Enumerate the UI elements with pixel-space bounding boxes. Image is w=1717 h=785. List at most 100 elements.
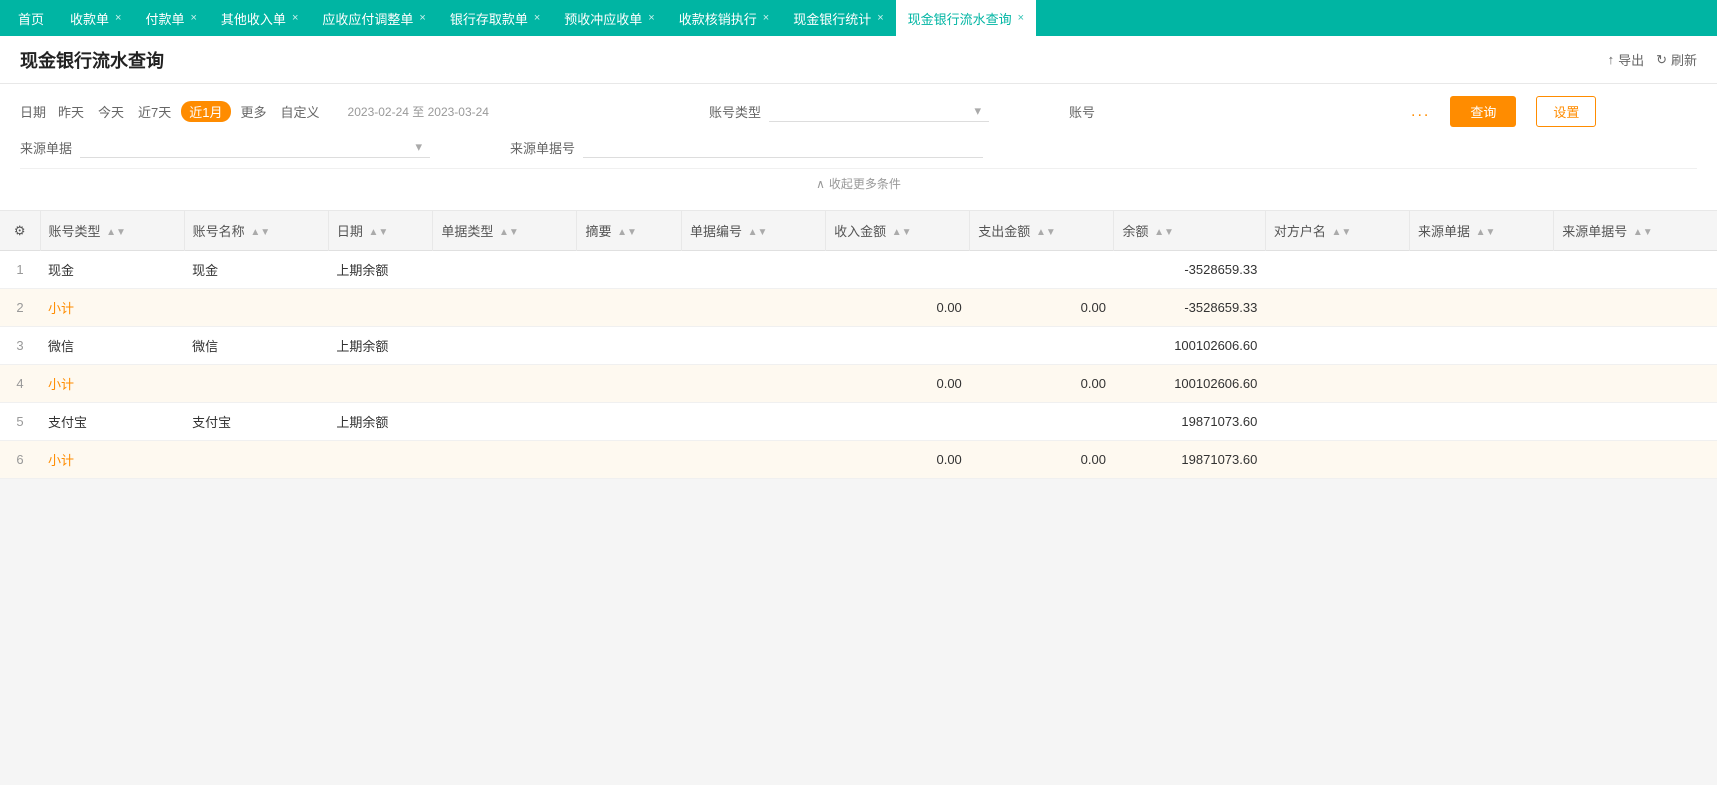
table-row[interactable]: 6小计0.000.0019871073.60 bbox=[0, 441, 1717, 479]
cell-doc_no bbox=[681, 365, 825, 403]
settings-button[interactable]: 设置 bbox=[1536, 96, 1596, 127]
close-icon[interactable]: × bbox=[648, 12, 654, 24]
account-type-label: 账号类型 bbox=[709, 102, 761, 121]
nav-tab-liushui[interactable]: 现金银行流水查询 × bbox=[896, 0, 1036, 36]
table-row[interactable]: 3微信微信上期余额100102606.60 bbox=[0, 327, 1717, 365]
gear-icon[interactable]: ⚙ bbox=[14, 223, 26, 238]
nav-tab-xianjinyinhang[interactable]: 现金银行统计 × bbox=[781, 0, 895, 36]
cell-doc_type bbox=[433, 327, 577, 365]
page-title: 现金银行流水查询 bbox=[20, 47, 164, 73]
col-counter-name[interactable]: 对方户名 ▲▼ bbox=[1265, 211, 1409, 251]
date-yesterday[interactable]: 昨天 bbox=[54, 101, 88, 122]
cell-income bbox=[826, 327, 970, 365]
refresh-icon: ↻ bbox=[1656, 52, 1667, 68]
close-icon[interactable]: × bbox=[292, 12, 298, 24]
col-doc-type[interactable]: 单据类型 ▲▼ bbox=[433, 211, 577, 251]
cell-counter_name bbox=[1265, 289, 1409, 327]
data-table: ⚙ 账号类型 ▲▼ 账号名称 ▲▼ 日期 ▲▼ 单据类型 ▲▼ bbox=[0, 211, 1717, 479]
nav-tab-yingshouyingfu[interactable]: 应收应付调整单 × bbox=[310, 0, 437, 36]
nav-home[interactable]: 首页 bbox=[4, 0, 58, 36]
account-type-select[interactable]: ▾ bbox=[769, 101, 989, 122]
close-icon[interactable]: × bbox=[877, 12, 883, 24]
row-number: 6 bbox=[0, 441, 40, 479]
col-income[interactable]: 收入金额 ▲▼ bbox=[826, 211, 970, 251]
col-expense[interactable]: 支出金额 ▲▼ bbox=[970, 211, 1114, 251]
col-source-doc-no[interactable]: 来源单据号 ▲▼ bbox=[1554, 211, 1717, 251]
cell-doc_type bbox=[433, 403, 577, 441]
row-number: 4 bbox=[0, 365, 40, 403]
table-row[interactable]: 2小计0.000.00-3528659.33 bbox=[0, 289, 1717, 327]
export-button[interactable]: ↑ 导出 bbox=[1608, 50, 1645, 69]
cell-doc_no bbox=[681, 327, 825, 365]
cell-source_doc_no bbox=[1554, 403, 1717, 441]
col-acct-name[interactable]: 账号名称 ▲▼ bbox=[184, 211, 328, 251]
account-label: 账号 bbox=[1069, 102, 1095, 121]
close-icon[interactable]: × bbox=[419, 12, 425, 24]
cell-doc_type bbox=[433, 441, 577, 479]
table-row[interactable]: 4小计0.000.00100102606.60 bbox=[0, 365, 1717, 403]
nav-tab-yushouzhong[interactable]: 预收冲应收单 × bbox=[552, 0, 666, 36]
col-balance[interactable]: 余额 ▲▼ bbox=[1114, 211, 1265, 251]
account-filter: 账号 ... bbox=[1069, 102, 1430, 121]
nav-tab-yinhangcunqu[interactable]: 银行存取款单 × bbox=[438, 0, 552, 36]
close-icon[interactable]: × bbox=[190, 12, 196, 24]
cell-acct_name bbox=[184, 365, 328, 403]
cell-expense bbox=[970, 403, 1114, 441]
table-row[interactable]: 5支付宝支付宝上期余额19871073.60 bbox=[0, 403, 1717, 441]
nav-tab-qitashouru[interactable]: 其他收入单 × bbox=[209, 0, 310, 36]
cell-summary bbox=[577, 403, 681, 441]
row-number: 1 bbox=[0, 251, 40, 289]
nav-tab-shoukuanhexiao[interactable]: 收款核销执行 × bbox=[667, 0, 781, 36]
cell-summary bbox=[577, 251, 681, 289]
date-more[interactable]: 更多 bbox=[237, 101, 271, 122]
cell-acct_type: 微信 bbox=[40, 327, 184, 365]
cell-doc_no bbox=[681, 251, 825, 289]
cell-date: 上期余额 bbox=[328, 251, 432, 289]
nav-tab-fukuandan[interactable]: 付款单 × bbox=[133, 0, 208, 36]
close-icon[interactable]: × bbox=[763, 12, 769, 24]
close-icon[interactable]: × bbox=[534, 12, 540, 24]
date-today[interactable]: 今天 bbox=[94, 101, 128, 122]
nav-tab-shoukuandan[interactable]: 收款单 × bbox=[58, 0, 133, 36]
collapse-button[interactable]: ∧ 收起更多条件 bbox=[20, 168, 1697, 198]
close-icon[interactable]: × bbox=[1018, 12, 1024, 24]
sort-icon: ▲▼ bbox=[748, 227, 768, 238]
cell-source_doc_no bbox=[1554, 441, 1717, 479]
source-doc-select[interactable]: ▾ bbox=[80, 137, 430, 158]
col-acct-type[interactable]: 账号类型 ▲▼ bbox=[40, 211, 184, 251]
table-row[interactable]: 1现金现金上期余额-3528659.33 bbox=[0, 251, 1717, 289]
cell-expense: 0.00 bbox=[970, 441, 1114, 479]
table-body: 1现金现金上期余额-3528659.332小计0.000.00-3528659.… bbox=[0, 251, 1717, 479]
page-header: 现金银行流水查询 ↑ 导出 ↻ 刷新 bbox=[0, 36, 1717, 84]
date-7days[interactable]: 近7天 bbox=[134, 101, 175, 122]
filter-row-1: 日期 昨天 今天 近7天 近1月 更多 自定义 2023-02-24 至 202… bbox=[20, 96, 1697, 127]
date-range-display: 2023-02-24 至 2023-03-24 bbox=[348, 103, 489, 120]
account-dots[interactable]: ... bbox=[1411, 103, 1430, 121]
cell-acct_name bbox=[184, 289, 328, 327]
cell-doc_type bbox=[433, 365, 577, 403]
refresh-button[interactable]: ↻ 刷新 bbox=[1656, 50, 1697, 69]
date-1month[interactable]: 近1月 bbox=[181, 101, 230, 122]
close-icon[interactable]: × bbox=[115, 12, 121, 24]
source-doc-filter: 来源单据 ▾ bbox=[20, 137, 430, 158]
cell-balance: 100102606.60 bbox=[1114, 365, 1265, 403]
col-source-doc[interactable]: 来源单据 ▲▼ bbox=[1410, 211, 1554, 251]
col-doc-no[interactable]: 单据编号 ▲▼ bbox=[681, 211, 825, 251]
cell-balance: 19871073.60 bbox=[1114, 441, 1265, 479]
cell-counter_name bbox=[1265, 441, 1409, 479]
cell-expense: 0.00 bbox=[970, 289, 1114, 327]
cell-doc_type bbox=[433, 251, 577, 289]
date-custom[interactable]: 自定义 bbox=[277, 101, 324, 122]
collapse-icon: ∧ bbox=[816, 177, 825, 191]
cell-income bbox=[826, 251, 970, 289]
cell-acct_type: 小计 bbox=[40, 441, 184, 479]
source-doc-num-input[interactable] bbox=[583, 138, 983, 158]
gear-column[interactable]: ⚙ bbox=[0, 211, 40, 251]
cell-acct_name bbox=[184, 441, 328, 479]
query-button[interactable]: 查询 bbox=[1450, 96, 1516, 127]
filter-row-2: 来源单据 ▾ 来源单据号 bbox=[20, 137, 1697, 158]
col-date[interactable]: 日期 ▲▼ bbox=[328, 211, 432, 251]
cell-acct_name: 现金 bbox=[184, 251, 328, 289]
cell-acct_type: 支付宝 bbox=[40, 403, 184, 441]
col-summary[interactable]: 摘要 ▲▼ bbox=[577, 211, 681, 251]
